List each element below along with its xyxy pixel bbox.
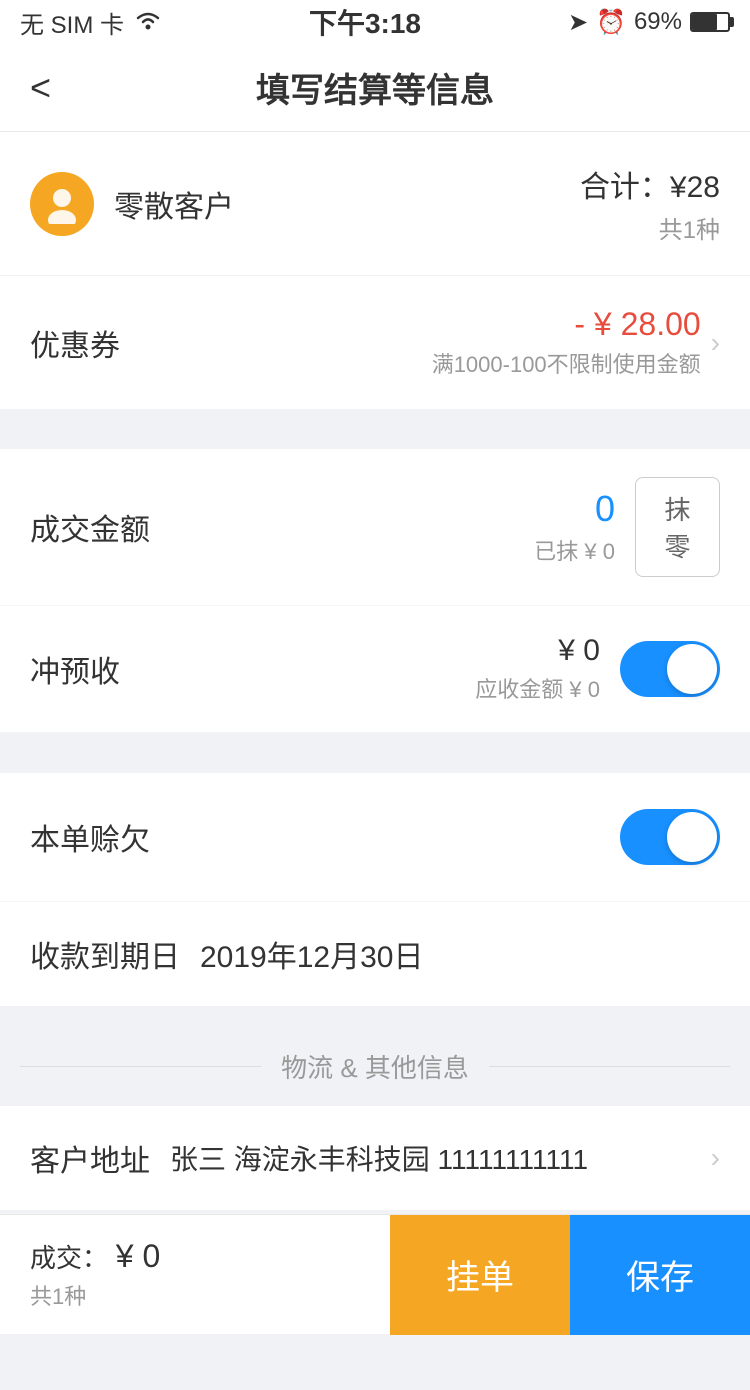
deal-amount-input[interactable] xyxy=(150,488,615,530)
save-button[interactable]: 保存 xyxy=(570,1215,750,1335)
address-value: 张三 海淀永丰科技园 11111111111 xyxy=(170,1138,711,1178)
nav-bar: < 填写结算等信息 xyxy=(0,44,750,132)
coupon-amount: - ¥ 28.00 xyxy=(432,306,701,343)
user-avatar-icon xyxy=(42,184,82,224)
due-date-label: 收款到期日 xyxy=(30,932,180,976)
deal-amount-row: 成交金额 已抹 ¥ 0 抹零 xyxy=(0,449,750,606)
address-row[interactable]: 客户地址 张三 海淀永丰科技园 11111111111 › xyxy=(0,1106,750,1210)
section-divider-1 xyxy=(0,429,750,449)
avatar xyxy=(30,172,94,236)
footer-count: 共1种 xyxy=(30,1279,360,1311)
coupon-row[interactable]: 优惠券 - ¥ 28.00 满1000-100不限制使用金额 › xyxy=(0,275,750,409)
battery-percent: 69% xyxy=(634,8,682,36)
pre-payment-row: 冲预收 ¥ 0 应收金额 ¥ 0 xyxy=(0,606,750,733)
credit-toggle-knob xyxy=(667,812,717,862)
pre-payment-right: ¥ 0 应收金额 ¥ 0 xyxy=(475,634,720,704)
section-divider-2 xyxy=(0,733,750,753)
coupon-right: - ¥ 28.00 满1000-100不限制使用金额 › xyxy=(432,306,720,379)
chevron-right-icon: › xyxy=(711,327,720,359)
status-right: ➤ ⏰ 69% xyxy=(568,8,730,37)
wifi-icon xyxy=(134,8,162,37)
total-count: 共1种 xyxy=(580,210,720,245)
pre-main-amount: ¥ 0 xyxy=(475,634,600,668)
pre-sub-amount: 应收金额 ¥ 0 xyxy=(475,672,600,704)
customer-row: 零散客户 合计：¥28 共1种 xyxy=(0,132,750,275)
credit-label: 本单赊欠 xyxy=(30,815,150,859)
address-label: 客户地址 xyxy=(30,1136,150,1180)
pre-amounts: ¥ 0 应收金额 ¥ 0 xyxy=(475,634,600,704)
logistics-line-left xyxy=(20,1066,261,1067)
toggle-knob xyxy=(667,644,717,694)
customer-section: 零散客户 合计：¥28 共1种 优惠券 - ¥ 28.00 满1000-100不… xyxy=(0,132,750,409)
coupon-desc: 满1000-100不限制使用金额 xyxy=(432,347,701,379)
pre-payment-label: 冲预收 xyxy=(30,647,120,691)
no-sim-text: 无 SIM 卡 xyxy=(20,5,124,40)
due-date-value: 2019年12月30日 xyxy=(200,932,423,976)
pre-payment-toggle[interactable] xyxy=(620,641,720,697)
footer-amount: ¥ 0 xyxy=(116,1238,160,1274)
credit-section: 本单赊欠 收款到期日 2019年12月30日 xyxy=(0,773,750,1006)
address-chevron-icon: › xyxy=(711,1142,720,1174)
coupon-label: 优惠券 xyxy=(30,321,120,365)
logistics-label: 物流 & 其他信息 xyxy=(281,1048,469,1085)
battery-icon xyxy=(690,12,730,32)
page-title: 填写结算等信息 xyxy=(256,63,494,112)
location-icon: ➤ xyxy=(568,8,588,37)
status-bar: 无 SIM 卡 下午3:18 ➤ ⏰ 69% xyxy=(0,0,750,44)
credit-row: 本单赊欠 xyxy=(0,773,750,901)
hold-button[interactable]: 挂单 xyxy=(390,1215,570,1335)
status-time: 下午3:18 xyxy=(309,2,421,42)
deal-amount-right: 已抹 ¥ 0 抹零 xyxy=(150,477,720,577)
back-button[interactable]: < xyxy=(30,67,51,109)
footer-deal-row: 成交： ¥ 0 xyxy=(30,1238,360,1275)
deal-amount-label: 成交金额 xyxy=(30,505,150,549)
customer-name: 零散客户 xyxy=(114,182,234,226)
footer-deal-label: 成交： xyxy=(30,1243,108,1273)
customer-right: 合计：¥28 共1种 xyxy=(580,162,720,245)
form-section: 成交金额 已抹 ¥ 0 抹零 冲预收 ¥ 0 应收金额 ¥ 0 xyxy=(0,449,750,733)
alarm-icon: ⏰ xyxy=(596,8,626,37)
due-date-row: 收款到期日 2019年12月30日 xyxy=(0,901,750,1006)
customer-left: 零散客户 xyxy=(30,172,234,236)
logistics-divider: 物流 & 其他信息 xyxy=(0,1026,750,1106)
footer-bar: 成交： ¥ 0 共1种 挂单 保存 xyxy=(0,1214,750,1334)
amount-col: 已抹 ¥ 0 xyxy=(150,488,615,566)
footer-summary: 成交： ¥ 0 共1种 xyxy=(0,1238,390,1311)
total-amount: 合计：¥28 xyxy=(580,162,720,206)
coupon-info: - ¥ 28.00 满1000-100不限制使用金额 xyxy=(432,306,701,379)
round-button[interactable]: 抹零 xyxy=(635,477,720,577)
status-left: 无 SIM 卡 xyxy=(20,5,162,40)
amount-sub: 已抹 ¥ 0 xyxy=(150,534,615,566)
address-section: 客户地址 张三 海淀永丰科技园 11111111111 › xyxy=(0,1106,750,1210)
credit-toggle[interactable] xyxy=(620,809,720,865)
logistics-line-right xyxy=(489,1066,730,1067)
